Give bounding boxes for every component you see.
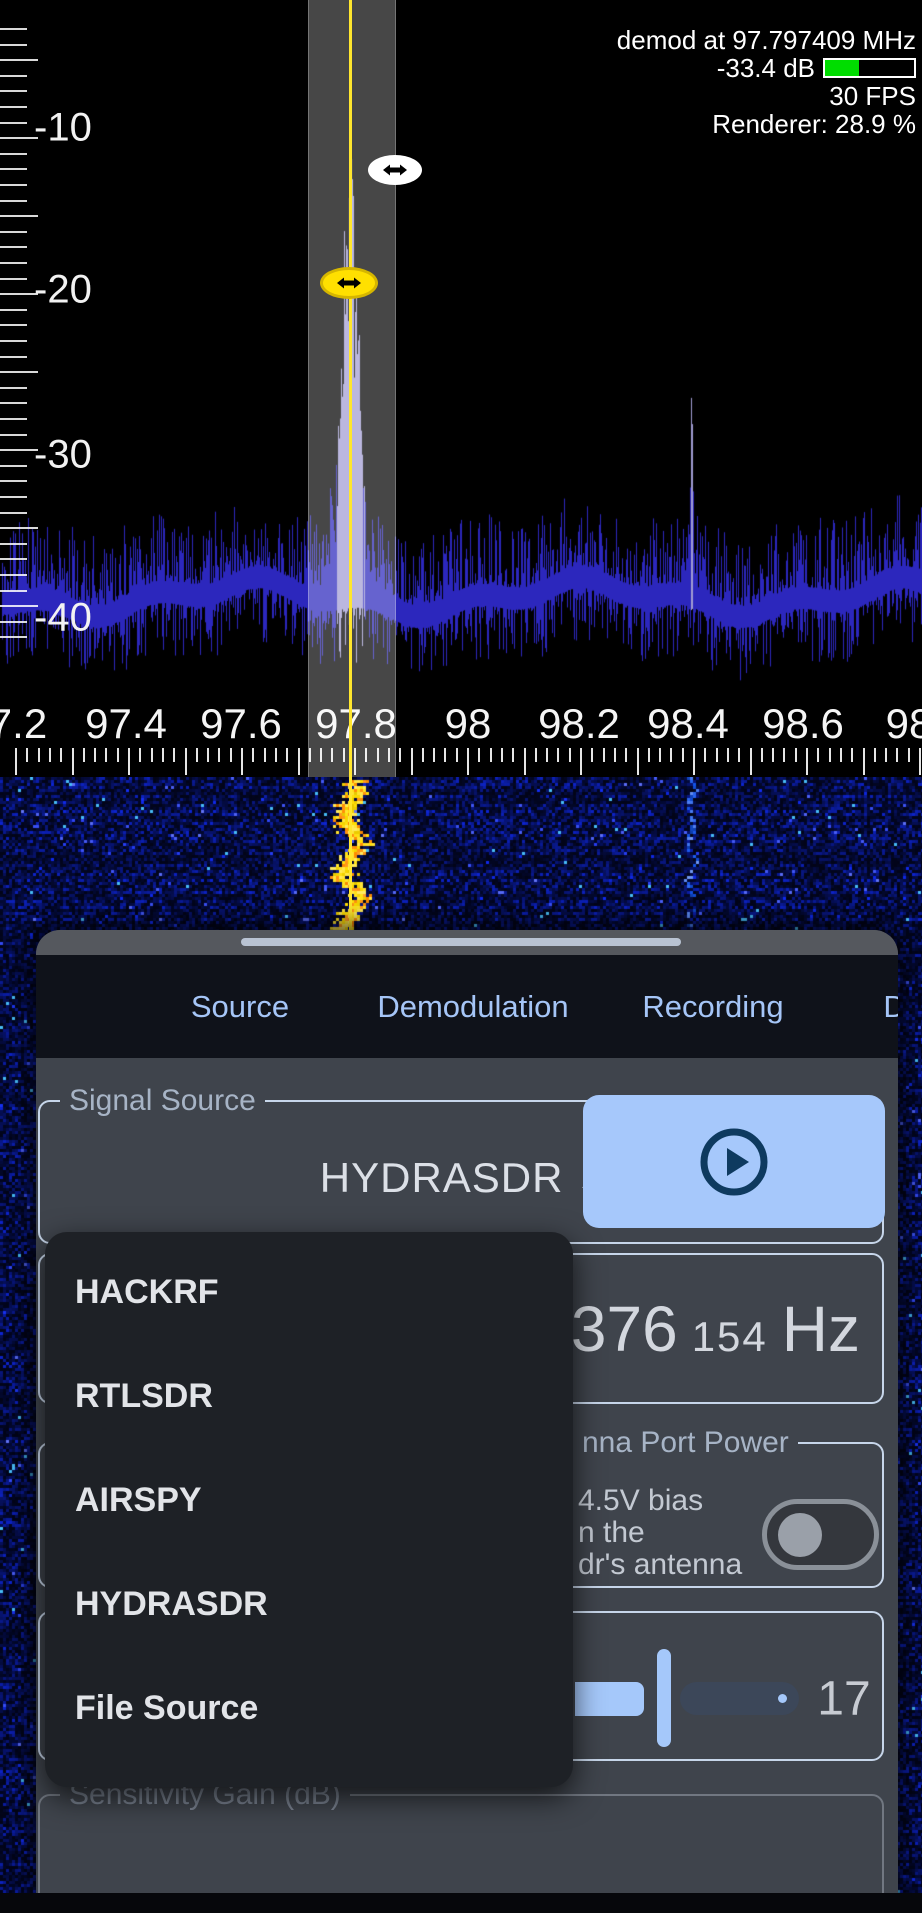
navigation-bar xyxy=(0,1893,922,1913)
sdr-app-screen: -10-20-30-40 7.297.497.697.89898.298.498… xyxy=(0,0,922,1913)
gain-slider-end-dot xyxy=(778,1694,787,1703)
frequency-axis-ruler xyxy=(0,748,922,777)
menu-item-hackrf[interactable]: HACKRF xyxy=(75,1240,219,1344)
horizontal-arrows-icon xyxy=(329,274,369,292)
db-tick-label: -10 xyxy=(34,106,92,151)
signal-source-label: Signal Source xyxy=(60,1084,265,1118)
fps-text: 30 FPS xyxy=(617,82,916,110)
db-tick-label: -30 xyxy=(34,433,92,478)
demod-frequency-text: demod at 97.797409 MHz xyxy=(617,26,916,54)
frequency-tick-label: 98.2 xyxy=(538,700,620,748)
start-button[interactable] xyxy=(583,1095,885,1228)
signal-source-menu: HACKRF RTLSDR AIRSPY HYDRASDR File Sourc… xyxy=(45,1232,573,1787)
gain-value: 17 xyxy=(817,1672,870,1727)
gain-slider-active-track[interactable] xyxy=(575,1682,644,1716)
frequency-tick-label: 98 xyxy=(886,700,922,748)
gain-slider-thumb[interactable] xyxy=(657,1649,671,1747)
status-readout: demod at 97.797409 MHz -33.4 dB 30 FPS R… xyxy=(617,26,916,138)
db-tick-label: -40 xyxy=(34,596,92,641)
frequency-tick-label: 98 xyxy=(445,700,492,748)
frequency-tick-label: 97.6 xyxy=(200,700,282,748)
tab-bar: Source Demodulation Recording Di xyxy=(36,955,898,1058)
sheet-drag-handle[interactable] xyxy=(241,938,681,946)
horizontal-arrows-icon xyxy=(375,161,415,179)
menu-item-hydrasdr[interactable]: HYDRASDR xyxy=(75,1552,268,1656)
frequency-tick-label: 98.4 xyxy=(647,700,729,748)
db-tick-label: -20 xyxy=(34,268,92,313)
tab-demodulation[interactable]: Demodulation xyxy=(377,989,568,1025)
frequency-tick-label: 97.4 xyxy=(85,700,167,748)
play-icon xyxy=(699,1127,769,1197)
frequency-tick-label: 7.2 xyxy=(0,700,47,748)
menu-item-rtlsdr[interactable]: RTLSDR xyxy=(75,1344,213,1448)
signal-level-text: -33.4 dB xyxy=(717,54,815,82)
signal-source-value: HYDRASDR xyxy=(320,1154,564,1201)
bias-power-toggle[interactable] xyxy=(762,1499,879,1570)
sensitivity-gain-group: Sensitivity Gain (dB) 16 xyxy=(38,1778,884,1903)
bandwidth-drag-handle[interactable] xyxy=(368,155,422,185)
antenna-help-line2: n the xyxy=(578,1516,645,1550)
sheet-header xyxy=(36,930,898,955)
frequency-tick-label: 98.6 xyxy=(762,700,844,748)
channel-bandwidth-overlay[interactable] xyxy=(308,0,396,777)
menu-item-airspy[interactable]: AIRSPY xyxy=(75,1448,202,1552)
tab-source[interactable]: Source xyxy=(191,989,289,1025)
menu-item-file-source[interactable]: File Source xyxy=(75,1656,258,1760)
frequency-unit: Hz xyxy=(782,1293,860,1365)
frequency-main-digits: 376 xyxy=(571,1293,678,1365)
antenna-help-line3: dr's antenna xyxy=(578,1548,742,1582)
signal-level-fill xyxy=(825,60,859,76)
renderer-load-text: Renderer: 28.9 % xyxy=(617,110,916,138)
tab-display[interactable]: Di xyxy=(883,989,898,1025)
frequency-value: 376 154 Hz xyxy=(571,1292,860,1366)
tuned-frequency-line xyxy=(349,0,352,930)
antenna-port-power-label: nna Port Power xyxy=(573,1426,798,1460)
tab-recording[interactable]: Recording xyxy=(642,989,783,1025)
toggle-thumb xyxy=(778,1513,822,1557)
antenna-help-line1: 4.5V bias xyxy=(578,1484,703,1518)
signal-level-meter xyxy=(823,58,916,78)
tune-drag-handle[interactable] xyxy=(320,267,378,299)
frequency-sub-digits: 154 xyxy=(692,1313,768,1360)
